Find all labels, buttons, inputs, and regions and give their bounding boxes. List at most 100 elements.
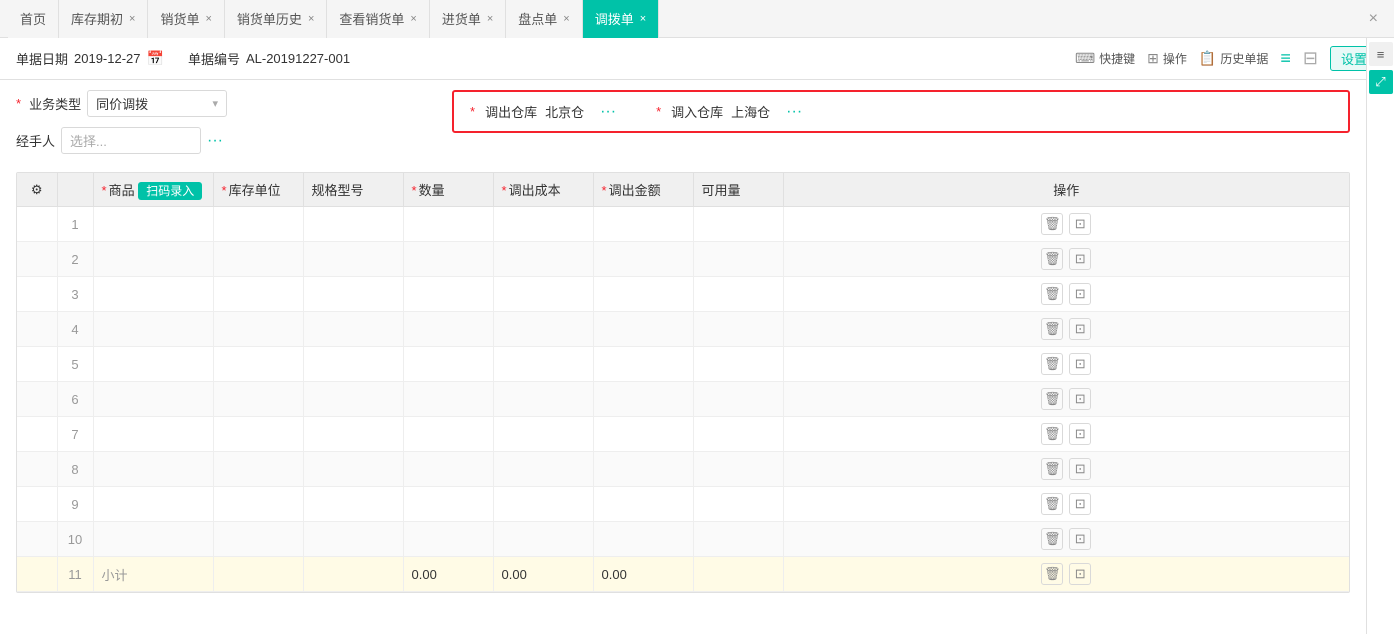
copy-icon-row-7[interactable]: ⊡ bbox=[1069, 423, 1091, 445]
layout-icon-2[interactable]: ⊟ bbox=[1303, 48, 1318, 69]
unit-cell-4[interactable] bbox=[213, 312, 303, 347]
unit-cell-5[interactable] bbox=[213, 347, 303, 382]
sidebar-list-button[interactable]: ≡ bbox=[1369, 42, 1393, 66]
copy-icon-row-2[interactable]: ⊡ bbox=[1069, 248, 1091, 270]
product-cell-1[interactable] bbox=[93, 207, 213, 242]
unit-cell-9[interactable] bbox=[213, 487, 303, 522]
spec-cell-7[interactable] bbox=[303, 417, 403, 452]
delete-icon-row-8[interactable]: 🗑 bbox=[1041, 458, 1063, 480]
tab-inventory-init[interactable]: 库存期初 × bbox=[59, 0, 148, 38]
spec-cell-10[interactable] bbox=[303, 522, 403, 557]
delete-icon-row-2[interactable]: 🗑 bbox=[1041, 248, 1063, 270]
close-tab-sales-history[interactable]: × bbox=[308, 13, 314, 25]
spec-cell-5[interactable] bbox=[303, 347, 403, 382]
delete-icon-row-4[interactable]: 🗑 bbox=[1041, 318, 1063, 340]
history-button[interactable]: 📋 历史单据 bbox=[1199, 50, 1268, 67]
gear-icon[interactable]: ⚙ bbox=[31, 182, 43, 197]
product-cell-5[interactable] bbox=[93, 347, 213, 382]
unit-cell-6[interactable] bbox=[213, 382, 303, 417]
product-cell-10[interactable] bbox=[93, 522, 213, 557]
amount-cell-9[interactable] bbox=[593, 487, 693, 522]
tab-purchase-order[interactable]: 进货单 × bbox=[430, 0, 506, 38]
product-cell-2[interactable] bbox=[93, 242, 213, 277]
spec-cell-8[interactable] bbox=[303, 452, 403, 487]
quantity-cell-2[interactable] bbox=[403, 242, 493, 277]
cost-cell-5[interactable] bbox=[493, 347, 593, 382]
copy-icon-row-1[interactable]: ⊡ bbox=[1069, 213, 1091, 235]
delete-icon-row-3[interactable]: 🗑 bbox=[1041, 283, 1063, 305]
cost-cell-9[interactable] bbox=[493, 487, 593, 522]
handler-more-button[interactable]: ··· bbox=[207, 132, 223, 150]
close-tab-inventory-check[interactable]: × bbox=[563, 13, 569, 25]
spec-cell-2[interactable] bbox=[303, 242, 403, 277]
unit-cell-1[interactable] bbox=[213, 207, 303, 242]
tab-view-sales[interactable]: 查看销货单 × bbox=[327, 0, 429, 38]
close-all-tabs-button[interactable]: × bbox=[1361, 10, 1386, 28]
spec-cell-9[interactable] bbox=[303, 487, 403, 522]
product-cell-3[interactable] bbox=[93, 277, 213, 312]
delete-icon-row-11[interactable]: 🗑 bbox=[1041, 563, 1063, 585]
business-type-select[interactable]: 同价调拨 ▾ bbox=[87, 90, 227, 117]
amount-cell-4[interactable] bbox=[593, 312, 693, 347]
unit-cell-7[interactable] bbox=[213, 417, 303, 452]
delete-icon-row-9[interactable]: 🗑 bbox=[1041, 493, 1063, 515]
tab-sales-order[interactable]: 销货单 × bbox=[148, 0, 224, 38]
spec-cell-6[interactable] bbox=[303, 382, 403, 417]
quantity-cell-10[interactable] bbox=[403, 522, 493, 557]
cost-cell-1[interactable] bbox=[493, 207, 593, 242]
tab-transfer-order[interactable]: 调拨单 × bbox=[583, 0, 659, 38]
close-tab-inventory-init[interactable]: × bbox=[129, 13, 135, 25]
amount-cell-1[interactable] bbox=[593, 207, 693, 242]
close-tab-view-sales[interactable]: × bbox=[410, 13, 416, 25]
spec-cell-4[interactable] bbox=[303, 312, 403, 347]
amount-cell-2[interactable] bbox=[593, 242, 693, 277]
cost-cell-8[interactable] bbox=[493, 452, 593, 487]
cost-cell-3[interactable] bbox=[493, 277, 593, 312]
layout-icon-1[interactable]: ≡ bbox=[1280, 48, 1291, 69]
copy-icon-row-9[interactable]: ⊡ bbox=[1069, 493, 1091, 515]
tab-home[interactable]: 首页 bbox=[8, 0, 59, 38]
copy-icon-row-3[interactable]: ⊡ bbox=[1069, 283, 1091, 305]
product-cell-6[interactable] bbox=[93, 382, 213, 417]
cost-cell-2[interactable] bbox=[493, 242, 593, 277]
product-cell-9[interactable] bbox=[93, 487, 213, 522]
cost-cell-10[interactable] bbox=[493, 522, 593, 557]
delete-icon-row-10[interactable]: 🗑 bbox=[1041, 528, 1063, 550]
delete-icon-row-1[interactable]: 🗑 bbox=[1041, 213, 1063, 235]
quantity-cell-5[interactable] bbox=[403, 347, 493, 382]
delete-icon-row-5[interactable]: 🗑 bbox=[1041, 353, 1063, 375]
close-tab-sales-order[interactable]: × bbox=[205, 13, 211, 25]
delete-icon-row-6[interactable]: 🗑 bbox=[1041, 388, 1063, 410]
close-tab-transfer-order[interactable]: × bbox=[640, 13, 646, 25]
unit-cell-3[interactable] bbox=[213, 277, 303, 312]
tab-inventory-check[interactable]: 盘点单 × bbox=[506, 0, 582, 38]
quantity-cell-3[interactable] bbox=[403, 277, 493, 312]
operations-button[interactable]: ⊞ 操作 bbox=[1147, 50, 1187, 67]
unit-cell-2[interactable] bbox=[213, 242, 303, 277]
product-cell-7[interactable] bbox=[93, 417, 213, 452]
copy-icon-row-4[interactable]: ⊡ bbox=[1069, 318, 1091, 340]
product-cell-4[interactable] bbox=[93, 312, 213, 347]
quantity-cell-1[interactable] bbox=[403, 207, 493, 242]
spec-cell-3[interactable] bbox=[303, 277, 403, 312]
quantity-cell-9[interactable] bbox=[403, 487, 493, 522]
warehouse-out-more-button[interactable]: ··· bbox=[600, 103, 616, 121]
quantity-cell-4[interactable] bbox=[403, 312, 493, 347]
quantity-cell-8[interactable] bbox=[403, 452, 493, 487]
sidebar-expand-button[interactable]: ⤢ bbox=[1369, 70, 1393, 94]
cost-cell-7[interactable] bbox=[493, 417, 593, 452]
warehouse-in-more-button[interactable]: ··· bbox=[786, 103, 802, 121]
copy-icon-row-10[interactable]: ⊡ bbox=[1069, 528, 1091, 550]
amount-cell-7[interactable] bbox=[593, 417, 693, 452]
calendar-icon[interactable]: 📅 bbox=[147, 50, 164, 67]
copy-icon-row-6[interactable]: ⊡ bbox=[1069, 388, 1091, 410]
delete-icon-row-7[interactable]: 🗑 bbox=[1041, 423, 1063, 445]
unit-cell-10[interactable] bbox=[213, 522, 303, 557]
amount-cell-10[interactable] bbox=[593, 522, 693, 557]
cost-cell-4[interactable] bbox=[493, 312, 593, 347]
scan-entry-button[interactable]: 扫码录入 bbox=[138, 182, 202, 200]
quantity-cell-6[interactable] bbox=[403, 382, 493, 417]
copy-icon-row-5[interactable]: ⊡ bbox=[1069, 353, 1091, 375]
amount-cell-8[interactable] bbox=[593, 452, 693, 487]
cost-cell-6[interactable] bbox=[493, 382, 593, 417]
